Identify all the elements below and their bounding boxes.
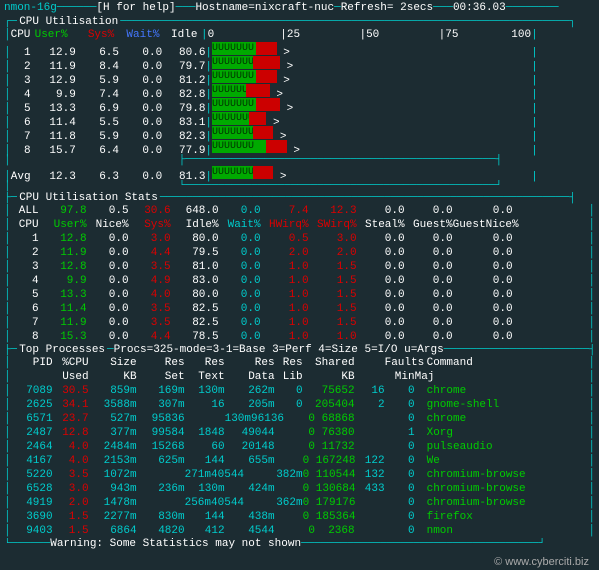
cpu-util-title-line: ┌─CPU Utilisation───────────────────────… xyxy=(4,16,595,28)
proc-row: │248712.8377m995841848490440 763801Xorg│ xyxy=(4,426,595,440)
top-procs-warning-line: └──────Warning: Some Statistics may not … xyxy=(4,538,595,550)
cpu-stats-headers: │CPUUser%Nice%Sys%Idle%Wait%HWirq%SWirq%… xyxy=(4,218,595,232)
proc-row: │24644.02484m1526860201480 117320pulseau… xyxy=(4,440,595,454)
cpu-stats-row: │112.80.03.080.00.00.53.00.00.00.0│ xyxy=(4,232,595,246)
header-line: nmon-16g──────[H for help]───Hostname=ni… xyxy=(4,2,595,14)
proc-row: │65283.0943m236m130m424m0 1306844330chro… xyxy=(4,482,595,496)
proc-headers-1: │PID%CPUSizeResResResResSharedFaultsComm… xyxy=(4,356,595,370)
cpu-row: │8 15.7 6.4 0.0 77.9|UUUUUUU >| xyxy=(4,140,595,154)
cpu-row: │6 11.4 5.5 0.0 83.1|UUUUUUU >| xyxy=(4,112,595,126)
cpu-stats-all-row: │ALL97.80.530.6648.00.07.412.30.00.00.0│ xyxy=(4,204,595,218)
cpu-stats-row: │211.90.04.479.50.02.02.00.00.00.0│ xyxy=(4,246,595,260)
cpu-row: │4 9.9 7.4 0.0 82.8|UUUUUUU >| xyxy=(4,84,595,98)
cpu-stats-row: │711.90.03.582.50.01.01.50.00.00.0│ xyxy=(4,316,595,330)
proc-row: │94031.56864482041245440 23680nmon│ xyxy=(4,524,595,538)
cpu-util-headers: │CPU User% Sys% Wait% Idle|0 |25 |50 |75… xyxy=(4,28,595,42)
cpu-stats-row: │815.30.04.478.50.01.01.00.00.00.0│ xyxy=(4,330,595,344)
proc-headers-2: │UsedKBSetTextDataLibKBMinMaj│ xyxy=(4,370,595,384)
proc-row: │41674.02153m625m144655m0 1672481220We│ xyxy=(4,454,595,468)
proc-row: │49192.01478m256m40544362m0 1791760chrom… xyxy=(4,496,595,510)
footer-credit: © www.cyberciti.biz xyxy=(0,552,599,570)
cpu-stats-row: │611.40.03.582.50.01.01.50.00.00.0│ xyxy=(4,302,595,316)
proc-row: │657123.7527m95836130m961360 688680chrom… xyxy=(4,412,595,426)
cpu-row: │1 12.9 6.5 0.0 80.6|UUUUUUU >| xyxy=(4,42,595,56)
cpu-row: │7 11.8 5.9 0.0 82.3|UUUUUUU >| xyxy=(4,126,595,140)
cpu-row: │5 13.3 6.9 0.0 79.8|UUUUUUU >| xyxy=(4,98,595,112)
cpu-stats-row: │49.90.04.983.00.01.01.50.00.00.0│ xyxy=(4,274,595,288)
cpu-util-mid-divider: │├──────────────────────────────────────… xyxy=(4,154,595,166)
cpu-row: │2 11.9 8.4 0.0 79.7|UUUUUUU >| xyxy=(4,56,595,70)
proc-row: │52203.51072m271m40544382m0 1105441320ch… xyxy=(4,468,595,482)
cpu-stats-row: │513.30.04.080.00.01.01.50.00.00.0│ xyxy=(4,288,595,302)
proc-row: │262534.13588m307m16205m020540420gnome-s… xyxy=(4,398,595,412)
cpu-stats-title-line: ├─CPU Utilisation Stats─────────────────… xyxy=(4,192,595,204)
cpu-row: │Avg 12.3 6.3 0.0 81.3|UUUUUUU >| xyxy=(4,166,595,180)
cpu-stats-row: │312.80.03.581.00.01.01.50.00.00.0│ xyxy=(4,260,595,274)
proc-row: │708930.5859m169m130m262m075652160chrome… xyxy=(4,384,595,398)
cpu-row: │3 12.9 5.9 0.0 81.2|UUUUUUU >| xyxy=(4,70,595,84)
top-procs-title-line: ├─Top Processes─Procs=325-mode=3-1=Base … xyxy=(4,344,595,356)
cpu-util-bottom: │└──────────────────────────────────────… xyxy=(4,180,595,192)
proc-row: │36901.52277m830m144438m0 1853640firefox… xyxy=(4,510,595,524)
